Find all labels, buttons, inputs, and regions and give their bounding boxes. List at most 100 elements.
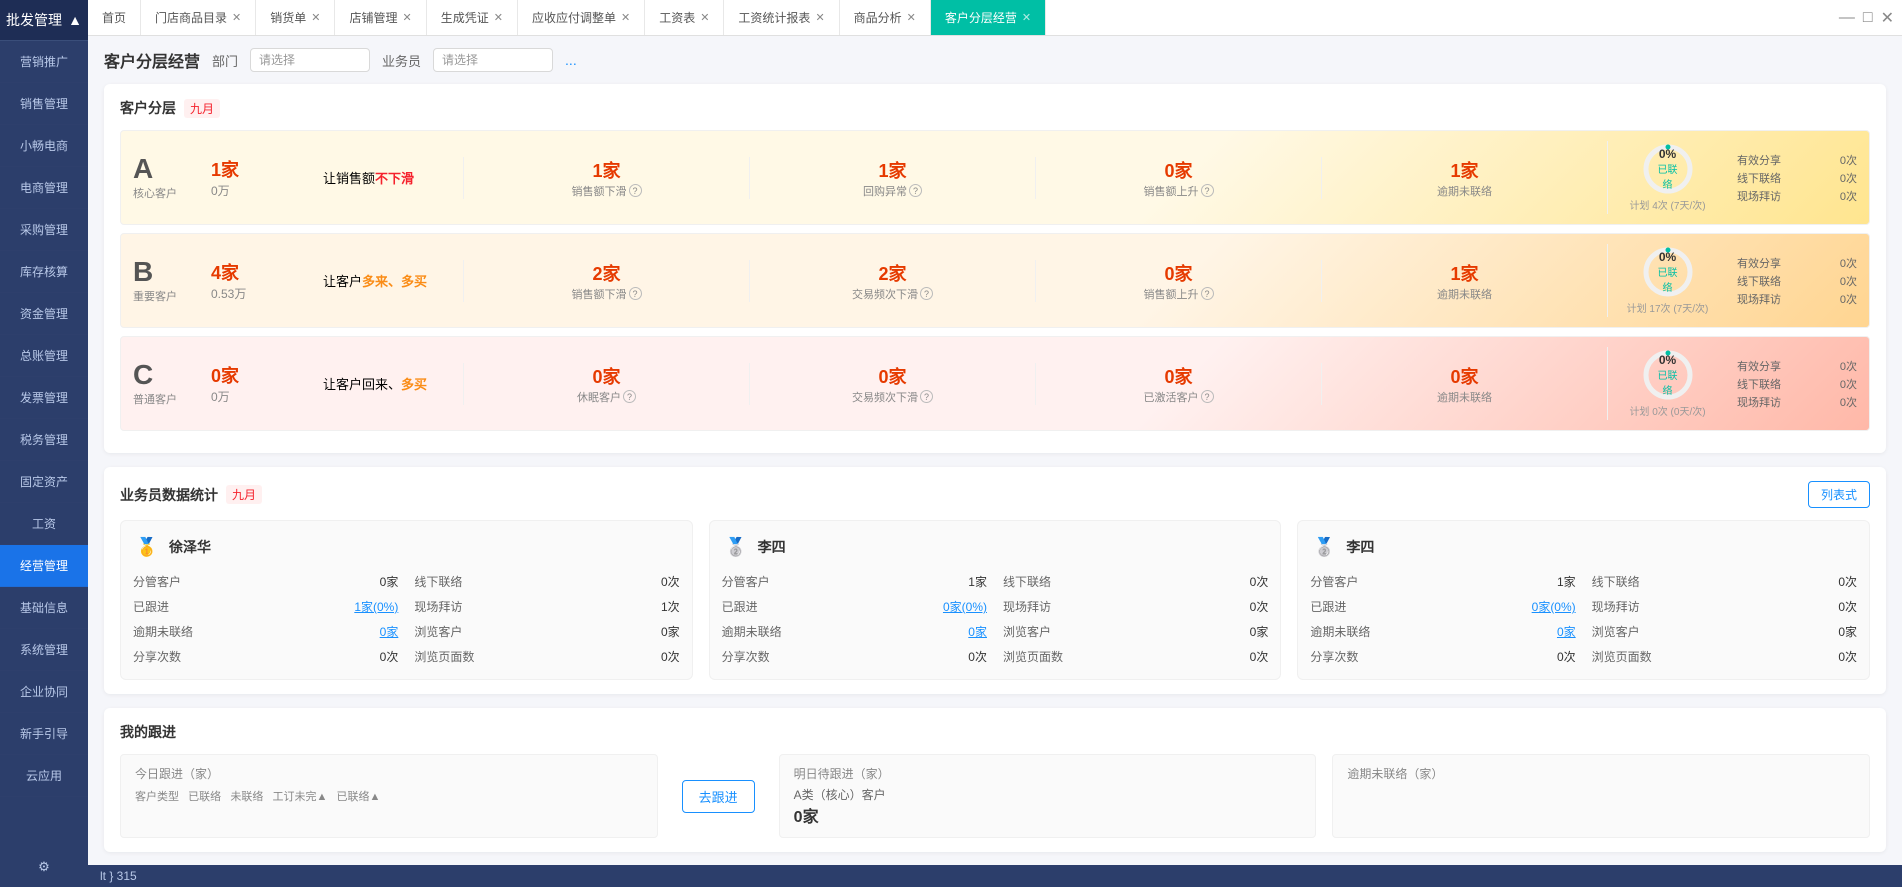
sidebar-item-yunyingyong[interactable]: 云应用 xyxy=(0,755,88,797)
info-icon-a-0[interactable]: ? xyxy=(629,184,642,197)
sidebar-item-xiaoshou[interactable]: 销售管理 xyxy=(0,83,88,125)
tab-close-icon-4[interactable]: ✕ xyxy=(494,0,503,36)
sidebar-item-zijin[interactable]: 资金管理 xyxy=(0,293,88,335)
tab-close-icon-1[interactable]: ✕ xyxy=(232,0,241,36)
tier-stat-b-1[interactable]: 2家交易频次下滑? xyxy=(749,260,1035,302)
tab-close-icon-6[interactable]: ✕ xyxy=(700,0,709,36)
sidebar-item-fapiao[interactable]: 发票管理 xyxy=(0,377,88,419)
sidebar-item-jichuxinxi[interactable]: 基础信息 xyxy=(0,587,88,629)
goto-followup-button[interactable]: 去跟进 xyxy=(682,780,755,813)
staff-row-0-7: 浏览页面数0次 xyxy=(414,646,679,667)
sidebar-item-yingxiao[interactable]: 营销推广 xyxy=(0,41,88,83)
tab-9[interactable]: 客户分层经营✕ xyxy=(931,0,1046,36)
tab-8[interactable]: 商品分析✕ xyxy=(840,0,931,36)
sidebar-item-gudingzichan[interactable]: 固定资产 xyxy=(0,461,88,503)
info-icon-b-2[interactable]: ? xyxy=(1201,287,1214,300)
staff-val-1-4[interactable]: 0家 xyxy=(968,623,987,640)
sidebar-item-qiyexieyue[interactable]: 企业协同 xyxy=(0,671,88,713)
staff-grid-0: 分管客户0家线下联络0次已跟进1家(0%)现场拜访1次逾期未联络0家浏览客户0家… xyxy=(133,571,680,667)
sidebar-item-shuiwu[interactable]: 税务管理 xyxy=(0,419,88,461)
staff-row-2-5: 浏览客户0家 xyxy=(1592,621,1857,642)
sidebar-item-dianshang[interactable]: 电商管理 xyxy=(0,167,88,209)
staff-val-0-4[interactable]: 0家 xyxy=(380,623,399,640)
tab-6[interactable]: 工资表✕ xyxy=(645,0,724,36)
tier-stat-a-3[interactable]: 1家逾期未联络 xyxy=(1321,157,1607,199)
window-close-icon[interactable]: ✕ xyxy=(1881,8,1894,28)
info-icon-c-2[interactable]: ? xyxy=(1201,390,1214,403)
staff-val-2-4[interactable]: 0家 xyxy=(1557,623,1576,640)
staff-row-2-7: 浏览页面数0次 xyxy=(1592,646,1857,667)
info-icon-b-0[interactable]: ? xyxy=(629,287,642,300)
dept-select[interactable]: 请选择 xyxy=(250,48,370,72)
staff-val-1-6: 0次 xyxy=(968,648,987,665)
tier-stat-b-0[interactable]: 2家销售额下滑? xyxy=(463,260,749,302)
tab-0[interactable]: 首页 xyxy=(88,0,141,36)
tab-close-icon-9[interactable]: ✕ xyxy=(1022,0,1031,36)
info-icon-a-1[interactable]: ? xyxy=(909,184,922,197)
tier-stat-c-3[interactable]: 0家逾期未联络 xyxy=(1321,363,1607,405)
tier-count-b: 4家0.53万 xyxy=(203,259,313,302)
tier-stat-c-2[interactable]: 0家已激活客户? xyxy=(1035,363,1321,405)
info-icon-c-1[interactable]: ? xyxy=(920,390,933,403)
tab-close-icon-3[interactable]: ✕ xyxy=(403,0,412,36)
staff-val-2-2[interactable]: 0家(0%) xyxy=(1532,598,1576,615)
filter-ellipsis[interactable]: ... xyxy=(565,52,577,68)
tier-stat-c-1[interactable]: 0家交易频次下滑? xyxy=(749,363,1035,405)
tier-stat-a-2[interactable]: 0家销售额上升? xyxy=(1035,157,1321,199)
circle-center-c: 0% 已联络 xyxy=(1654,353,1682,397)
tier-stat-b-3[interactable]: 1家逾期未联络 xyxy=(1321,260,1607,302)
side-stat-val-c-2: 0次 xyxy=(1840,394,1857,410)
stat-num-b-0: 2家 xyxy=(472,260,741,286)
tier-stat-a-1[interactable]: 1家回购异常? xyxy=(749,157,1035,199)
sidebar-item-zongzhang[interactable]: 总账管理 xyxy=(0,335,88,377)
dept-label: 部门 xyxy=(212,51,238,70)
staff-row-0-0: 分管客户0家 xyxy=(133,571,398,592)
side-stats-c: 有效分享0次线下联络0次现场拜访0次 xyxy=(1727,358,1857,410)
tier-label-a: A核心客户 xyxy=(133,155,203,201)
tab-close-icon-8[interactable]: ✕ xyxy=(907,0,916,36)
tab-close-icon-5[interactable]: ✕ xyxy=(621,0,630,36)
staff-select[interactable]: 请选择 xyxy=(433,48,553,72)
tab-close-icon-7[interactable]: ✕ xyxy=(815,0,824,36)
side-stat-b-2: 现场拜访0次 xyxy=(1737,291,1857,307)
info-icon-c-0[interactable]: ? xyxy=(623,390,636,403)
staff-row-1-5: 浏览客户0家 xyxy=(1003,621,1268,642)
sidebar-collapse-icon[interactable]: ▲ xyxy=(68,12,82,28)
sidebar-item-jingying[interactable]: 经营管理 xyxy=(0,545,88,587)
tier-stat-b-2[interactable]: 0家销售额上升? xyxy=(1035,260,1321,302)
tier-stat-c-0[interactable]: 0家休眠客户? xyxy=(463,363,749,405)
staff-name-row-0: 🥇徐泽华 xyxy=(133,533,680,561)
bottom-bar: lt } 315 xyxy=(88,865,1902,887)
window-minimize-icon[interactable]: — xyxy=(1839,9,1855,27)
settings-item[interactable]: ⚙ xyxy=(0,847,88,887)
tab-4[interactable]: 生成凭证✕ xyxy=(427,0,518,36)
tab-7[interactable]: 工资统计报表✕ xyxy=(724,0,839,36)
sidebar-item-gongzi[interactable]: 工资 xyxy=(0,503,88,545)
staff-val-1-2[interactable]: 0家(0%) xyxy=(943,598,987,615)
staff-val-0-2[interactable]: 1家(0%) xyxy=(354,598,398,615)
customer-month-badge: 九月 xyxy=(184,99,220,118)
info-icon-a-2[interactable]: ? xyxy=(1201,184,1214,197)
staff-key-2-1: 线下联络 xyxy=(1592,573,1640,590)
tab-3[interactable]: 店铺管理✕ xyxy=(335,0,426,36)
overdue-followup-col: 逾期未联络（家） xyxy=(1332,754,1870,838)
list-view-button[interactable]: 列表式 xyxy=(1808,481,1870,508)
tab-1[interactable]: 门店商品目录✕ xyxy=(141,0,256,36)
sidebar-item-xiaodian[interactable]: 小畅电商 xyxy=(0,125,88,167)
sidebar-item-kucun[interactable]: 库存核算 xyxy=(0,251,88,293)
staff-grid-1: 分管客户1家线下联络0次已跟进0家(0%)现场拜访0次逾期未联络0家浏览客户0家… xyxy=(722,571,1269,667)
sidebar-item-caigou[interactable]: 采购管理 xyxy=(0,209,88,251)
tier-stat-a-0[interactable]: 1家销售额下滑? xyxy=(463,157,749,199)
sidebar-item-xinshou[interactable]: 新手引导 xyxy=(0,713,88,755)
sidebar-item-xitong[interactable]: 系统管理 xyxy=(0,629,88,671)
tab-actions: — □ ✕ xyxy=(1839,8,1902,28)
staff-grid-2: 分管客户1家线下联络0次已跟进0家(0%)现场拜访0次逾期未联络0家浏览客户0家… xyxy=(1310,571,1857,667)
tier-name-c: 普通客户 xyxy=(133,391,203,407)
tab-close-icon-2[interactable]: ✕ xyxy=(311,0,320,36)
window-restore-icon[interactable]: □ xyxy=(1863,9,1873,27)
info-icon-b-1[interactable]: ? xyxy=(920,287,933,300)
staff-key-2-6: 分享次数 xyxy=(1310,648,1358,665)
tab-5[interactable]: 应收应付调整单✕ xyxy=(518,0,645,36)
tab-2[interactable]: 销货单✕ xyxy=(256,0,335,36)
tomorrow-val: 0家 xyxy=(794,803,1302,827)
